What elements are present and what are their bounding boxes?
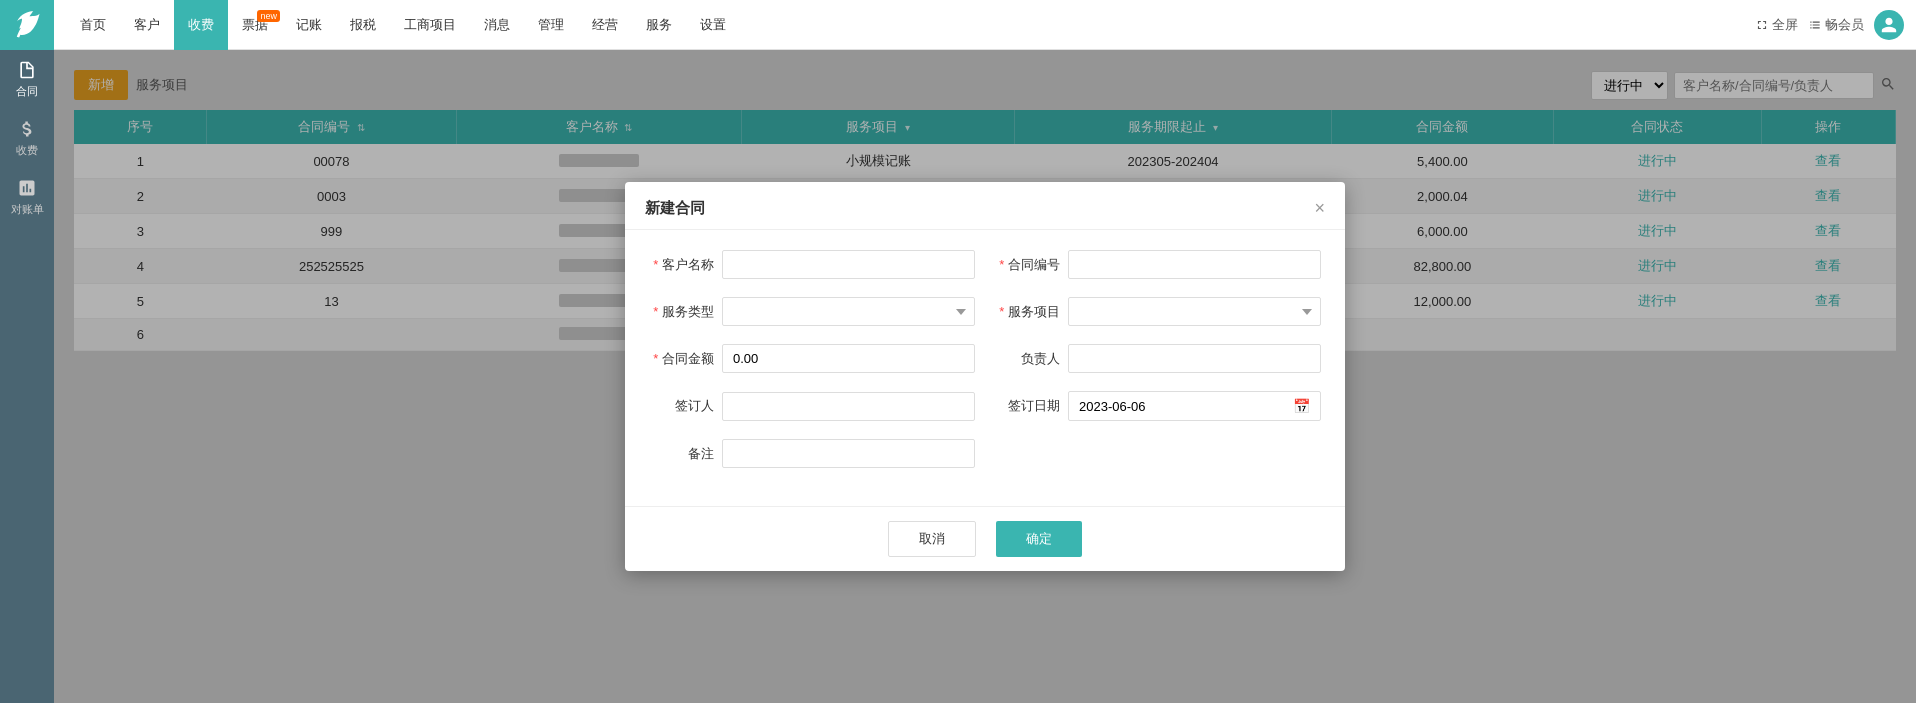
service-item-select[interactable] xyxy=(1068,297,1321,326)
sidebar-item-contract[interactable]: 合同 xyxy=(0,50,54,109)
topnav: 首页 客户 收费 票据 new 记账 报税 工商项目 消息 管理 经营 xyxy=(54,0,1916,50)
nav-settings[interactable]: 设置 xyxy=(686,0,740,50)
form-row-1: 客户名称 合同编号 xyxy=(649,250,1321,279)
contract-no-label: 合同编号 xyxy=(995,256,1060,274)
nav-accounting[interactable]: 记账 xyxy=(282,0,336,50)
nav-badge-new: new xyxy=(257,10,280,22)
calendar-icon[interactable]: 📅 xyxy=(1293,398,1310,414)
amount-input[interactable] xyxy=(722,344,975,373)
sign-date-field[interactable]: 2023-06-06 📅 xyxy=(1068,391,1321,421)
contract-icon xyxy=(17,60,37,80)
form-group-customer: 客户名称 xyxy=(649,250,975,279)
nav-business[interactable]: 工商项目 xyxy=(390,0,470,50)
form-group-sign-date: 签订日期 2023-06-06 📅 xyxy=(995,391,1321,421)
amount-label: 合同金额 xyxy=(649,350,714,368)
form-group-service-type: 服务类型 xyxy=(649,297,975,326)
sidebar-item-fee[interactable]: 收费 xyxy=(0,109,54,168)
logo-icon xyxy=(12,10,42,40)
responsible-label: 负责人 xyxy=(995,350,1060,368)
form-row-3: 合同金额 负责人 xyxy=(649,344,1321,373)
notes-input[interactable] xyxy=(722,439,975,468)
service-type-label: 服务类型 xyxy=(649,303,714,321)
confirm-button[interactable]: 确定 xyxy=(996,521,1082,557)
service-type-select[interactable] xyxy=(722,297,975,326)
nav-admin[interactable]: 管理 xyxy=(524,0,578,50)
avatar[interactable] xyxy=(1874,10,1904,40)
form-group-contract-no: 合同编号 xyxy=(995,250,1321,279)
nav-message[interactable]: 消息 xyxy=(470,0,524,50)
modal-footer: 取消 确定 xyxy=(625,506,1345,571)
sidebar: 合同 收费 对账单 xyxy=(0,0,54,703)
form-group-signer: 签订人 xyxy=(649,391,975,421)
customer-label: 客户名称 xyxy=(649,256,714,274)
member-icon xyxy=(1808,18,1822,32)
main-area: 首页 客户 收费 票据 new 记账 报税 工商项目 消息 管理 经营 xyxy=(54,0,1916,703)
sidebar-item-fee-label: 收费 xyxy=(16,143,38,158)
modal-header: 新建合同 × xyxy=(625,182,1345,230)
fullscreen-icon xyxy=(1755,18,1769,32)
modal-close-button[interactable]: × xyxy=(1314,198,1325,219)
responsible-input[interactable] xyxy=(1068,344,1321,373)
nav-customer[interactable]: 客户 xyxy=(120,0,174,50)
sign-date-label: 签订日期 xyxy=(995,397,1060,415)
contract-no-input[interactable] xyxy=(1068,250,1321,279)
user-icon xyxy=(1880,16,1898,34)
app-logo xyxy=(0,0,54,50)
signer-input[interactable] xyxy=(722,392,975,421)
fullscreen-button[interactable]: 全屏 xyxy=(1755,16,1798,34)
service-item-label: 服务项目 xyxy=(995,303,1060,321)
member-button[interactable]: 畅会员 xyxy=(1808,16,1864,34)
form-row-4: 签订人 签订日期 2023-06-06 📅 xyxy=(649,391,1321,421)
nav-tax[interactable]: 报税 xyxy=(336,0,390,50)
signer-label: 签订人 xyxy=(649,397,714,415)
nav-right: 全屏 畅会员 xyxy=(1755,10,1904,40)
modal-body: 客户名称 合同编号 服务类型 xyxy=(625,230,1345,506)
sign-date-value: 2023-06-06 xyxy=(1079,399,1146,414)
sidebar-item-contract-label: 合同 xyxy=(16,84,38,99)
notes-label: 备注 xyxy=(649,445,714,463)
form-group-amount: 合同金额 xyxy=(649,344,975,373)
form-row-5: 备注 xyxy=(649,439,1321,468)
modal-overlay: 新建合同 × 客户名称 合同编号 xyxy=(54,50,1916,703)
form-group-notes: 备注 xyxy=(649,439,975,468)
nav-operation[interactable]: 经营 xyxy=(578,0,632,50)
nav-home[interactable]: 首页 xyxy=(66,0,120,50)
statement-icon xyxy=(17,178,37,198)
form-group-responsible: 负责人 xyxy=(995,344,1321,373)
new-contract-modal: 新建合同 × 客户名称 合同编号 xyxy=(625,182,1345,571)
form-row-2: 服务类型 服务项目 xyxy=(649,297,1321,326)
customer-input[interactable] xyxy=(722,250,975,279)
fee-icon xyxy=(17,119,37,139)
nav-invoice[interactable]: 票据 new xyxy=(228,0,282,50)
sidebar-item-statement-label: 对账单 xyxy=(11,202,44,217)
nav-service[interactable]: 服务 xyxy=(632,0,686,50)
cancel-button[interactable]: 取消 xyxy=(888,521,976,557)
modal-title: 新建合同 xyxy=(645,199,705,218)
form-group-service-item: 服务项目 xyxy=(995,297,1321,326)
sidebar-item-statement[interactable]: 对账单 xyxy=(0,168,54,227)
content-area: 新增 服务项目 进行中 已完成 已取消 序号 合同编号 ⇅ 客户 xyxy=(54,50,1916,703)
nav-fee[interactable]: 收费 xyxy=(174,0,228,50)
